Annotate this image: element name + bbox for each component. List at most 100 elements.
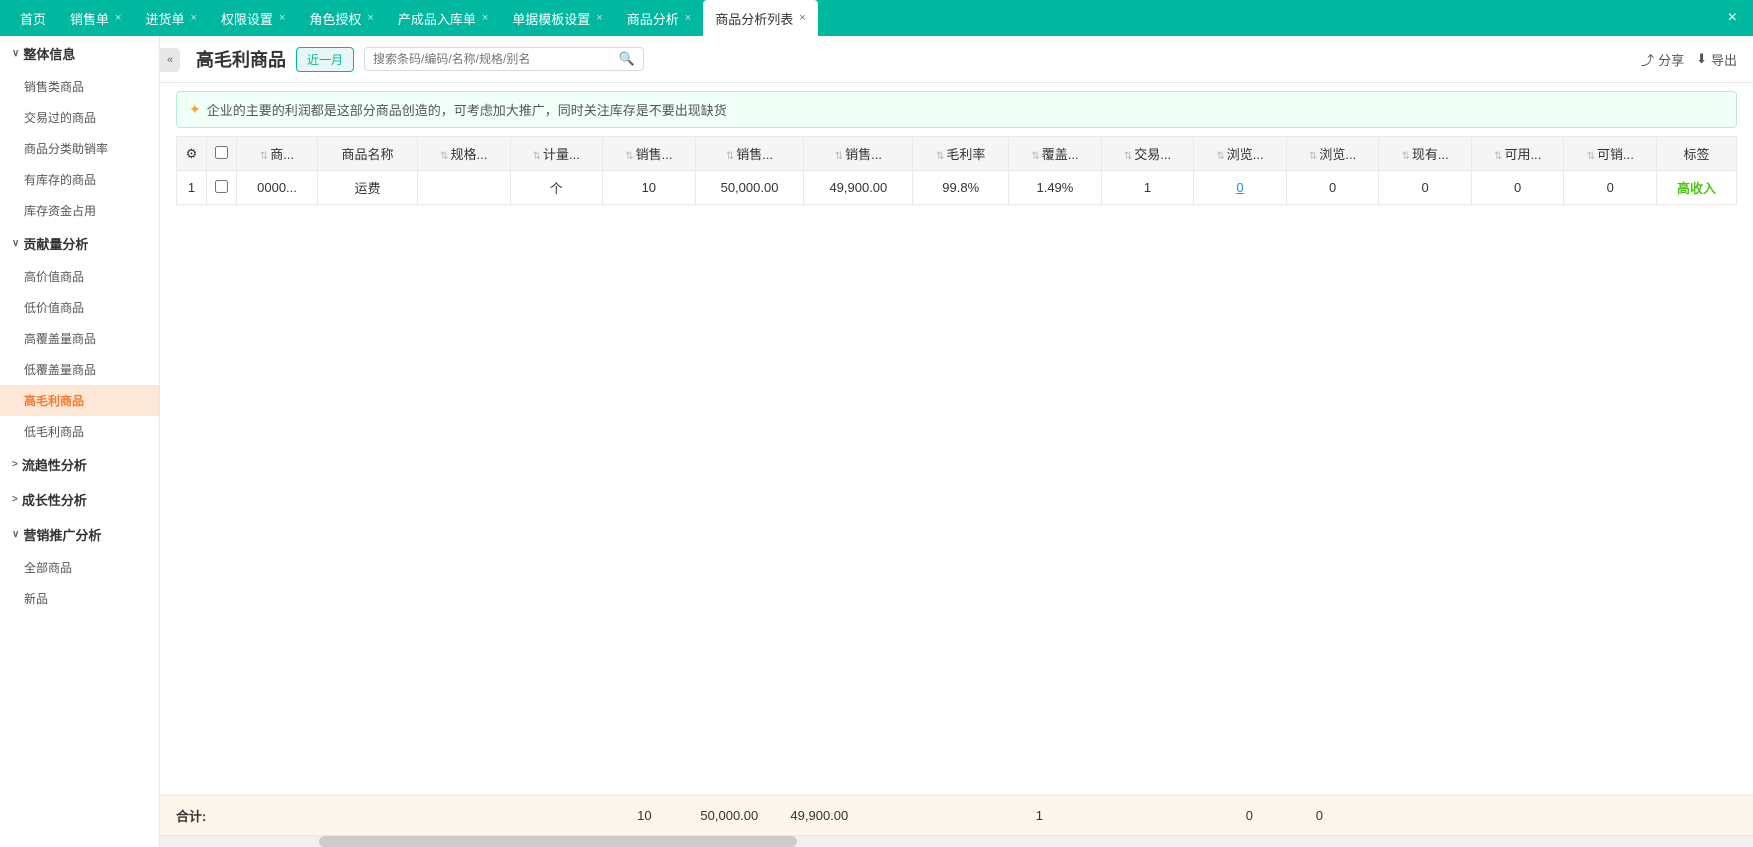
sidebar-item-低价值商品[interactable]: 低价值商品 xyxy=(0,292,159,323)
nav-tab-商品分析[interactable]: 商品分析× xyxy=(615,0,703,36)
sidebar-group-成长性分析[interactable]: >成长性分析 xyxy=(0,482,159,517)
link-value[interactable]: 0 xyxy=(1236,180,1243,195)
select-all-checkbox[interactable] xyxy=(215,146,228,159)
footer-spacer2 xyxy=(244,808,274,823)
col-header-4[interactable]: ⇅规格... xyxy=(417,137,510,171)
sidebar-item-低覆盖量商品[interactable]: 低覆盖量商品 xyxy=(0,354,159,385)
row-spec xyxy=(417,171,510,205)
footer-spacer4 xyxy=(334,808,454,823)
sort-icon: ⇅ xyxy=(1216,151,1224,162)
footer-current: 0 xyxy=(1214,808,1284,823)
sort-icon: ⇅ xyxy=(1587,151,1595,162)
row-transaction: 1 xyxy=(1101,171,1194,205)
row-checkbox xyxy=(207,171,237,205)
row-name: 运费 xyxy=(318,171,418,205)
sidebar-item-新品[interactable]: 新品 xyxy=(0,583,159,614)
col-header-14[interactable]: ⇅现有... xyxy=(1379,137,1472,171)
nav-tab-角色授权[interactable]: 角色授权× xyxy=(297,0,385,36)
footer-values: 10 50,000.00 49,900.00 1 0 0 xyxy=(214,808,1737,823)
collapse-sidebar-button[interactable]: « xyxy=(160,48,180,72)
col-header-9[interactable]: ⇅毛利率 xyxy=(913,137,1009,171)
tab-close-icon[interactable]: × xyxy=(279,12,285,24)
content-area: « 高毛利商品 近一月 🔍 ⤴ 分享 ⬇ 导出 ✦ 企 xyxy=(160,36,1753,847)
search-input[interactable] xyxy=(373,52,615,66)
export-button[interactable]: ⬇ 导出 xyxy=(1696,50,1737,69)
tab-close-icon[interactable]: × xyxy=(596,12,602,24)
sidebar-item-销售类商品[interactable]: 销售类商品 xyxy=(0,71,159,102)
sidebar-item-商品分类助销率[interactable]: 商品分类助销率 xyxy=(0,133,159,164)
export-label: 导出 xyxy=(1711,50,1737,69)
footer-sales3: 49,900.00 xyxy=(774,808,864,823)
row-sales1: 10 xyxy=(603,171,696,205)
sidebar-group-流趋性分析[interactable]: >流趋性分析 xyxy=(0,447,159,482)
sort-icon: ⇅ xyxy=(260,151,268,162)
tab-close-icon[interactable]: × xyxy=(685,12,691,24)
sidebar-item-高毛利商品[interactable]: 高毛利商品 xyxy=(0,385,159,416)
row-tag: 高收入 xyxy=(1656,171,1736,205)
page-title: 高毛利商品 xyxy=(196,46,286,72)
sidebar-group-label: 营销推广分析 xyxy=(23,525,101,544)
col-header-10[interactable]: ⇅覆盖... xyxy=(1009,137,1102,171)
tab-close-icon[interactable]: × xyxy=(367,12,373,24)
nav-tab-产成品入库单[interactable]: 产成品入库单× xyxy=(386,0,500,36)
col-header-8[interactable]: ⇅销售... xyxy=(804,137,913,171)
sort-icon: ⇅ xyxy=(1494,151,1502,162)
close-all-tabs[interactable]: × xyxy=(1720,9,1745,27)
tab-close-icon[interactable]: × xyxy=(190,12,196,24)
nav-tab-首页[interactable]: 首页 xyxy=(8,0,58,36)
sidebar-item-库存资金占用[interactable]: 库存资金占用 xyxy=(0,195,159,226)
col-header-16[interactable]: ⇅可销... xyxy=(1564,137,1657,171)
sidebar: ∨整体信息销售类商品交易过的商品商品分类助销率有库存的商品库存资金占用∨贡献量分… xyxy=(0,36,160,847)
share-button[interactable]: ⤴ 分享 xyxy=(1641,50,1684,69)
sidebar-item-低毛利商品[interactable]: 低毛利商品 xyxy=(0,416,159,447)
nav-tab-销售单[interactable]: 销售单× xyxy=(58,0,133,36)
sort-icon: ⇅ xyxy=(726,151,734,162)
sidebar-item-高覆盖量商品[interactable]: 高覆盖量商品 xyxy=(0,323,159,354)
filter-recent-month-button[interactable]: 近一月 xyxy=(296,47,354,72)
footer-sales2: 50,000.00 xyxy=(684,808,774,823)
col-header-5[interactable]: ⇅计量... xyxy=(510,137,603,171)
share-icon: ⤴ xyxy=(1641,50,1654,69)
sidebar-group-营销推广分析[interactable]: ∨营销推广分析 xyxy=(0,517,159,552)
col-header-7[interactable]: ⇅销售... xyxy=(695,137,804,171)
footer-sales1: 10 xyxy=(604,808,684,823)
tab-close-icon[interactable]: × xyxy=(115,12,121,24)
sort-icon: ⇅ xyxy=(936,151,944,162)
tab-close-icon[interactable]: × xyxy=(799,12,805,24)
col-header-13[interactable]: ⇅浏览... xyxy=(1286,137,1379,171)
nav-tab-权限设置[interactable]: 权限设置× xyxy=(209,0,297,36)
sidebar-group-整体信息[interactable]: ∨整体信息 xyxy=(0,36,159,71)
sort-icon: ⇅ xyxy=(1309,151,1317,162)
tab-close-icon[interactable]: × xyxy=(482,12,488,24)
col-header-15[interactable]: ⇅可用... xyxy=(1471,137,1564,171)
row-select-checkbox[interactable] xyxy=(215,180,228,193)
nav-tab-商品分析列表[interactable]: 商品分析列表× xyxy=(703,0,817,36)
row-index: 1 xyxy=(177,171,207,205)
sidebar-item-有库存的商品[interactable]: 有库存的商品 xyxy=(0,164,159,195)
sort-icon: ⇅ xyxy=(1031,151,1039,162)
sidebar-item-全部商品[interactable]: 全部商品 xyxy=(0,552,159,583)
footer-spacer7 xyxy=(864,808,934,823)
footer-browse2 xyxy=(1144,808,1214,823)
footer-available: 0 xyxy=(1284,808,1354,823)
col-header-11[interactable]: ⇅交易... xyxy=(1101,137,1194,171)
col-header-2[interactable]: ⇅商... xyxy=(237,137,318,171)
horizontal-scrollbar[interactable] xyxy=(160,835,1753,847)
export-icon: ⬇ xyxy=(1696,51,1707,67)
row-available: 0 xyxy=(1471,171,1564,205)
footer-transaction: 1 xyxy=(1004,808,1074,823)
col-header-12[interactable]: ⇅浏览... xyxy=(1194,137,1287,171)
row-gross-rate: 99.8% xyxy=(913,171,1009,205)
row-browse2: 0 xyxy=(1286,171,1379,205)
search-box[interactable]: 🔍 xyxy=(364,47,644,71)
col-header-6[interactable]: ⇅销售... xyxy=(603,137,696,171)
row-sellable: 0 xyxy=(1564,171,1657,205)
sidebar-group-贡献量分析[interactable]: ∨贡献量分析 xyxy=(0,226,159,261)
search-icon[interactable]: 🔍 xyxy=(619,51,635,67)
nav-tab-单据模板设置[interactable]: 单据模板设置× xyxy=(500,0,614,36)
sidebar-item-交易过的商品[interactable]: 交易过的商品 xyxy=(0,102,159,133)
tag-badge: 高收入 xyxy=(1677,181,1716,196)
nav-tab-进货单[interactable]: 进货单× xyxy=(133,0,208,36)
settings-icon[interactable]: ⚙ xyxy=(186,146,198,161)
sidebar-item-高价值商品[interactable]: 高价值商品 xyxy=(0,261,159,292)
